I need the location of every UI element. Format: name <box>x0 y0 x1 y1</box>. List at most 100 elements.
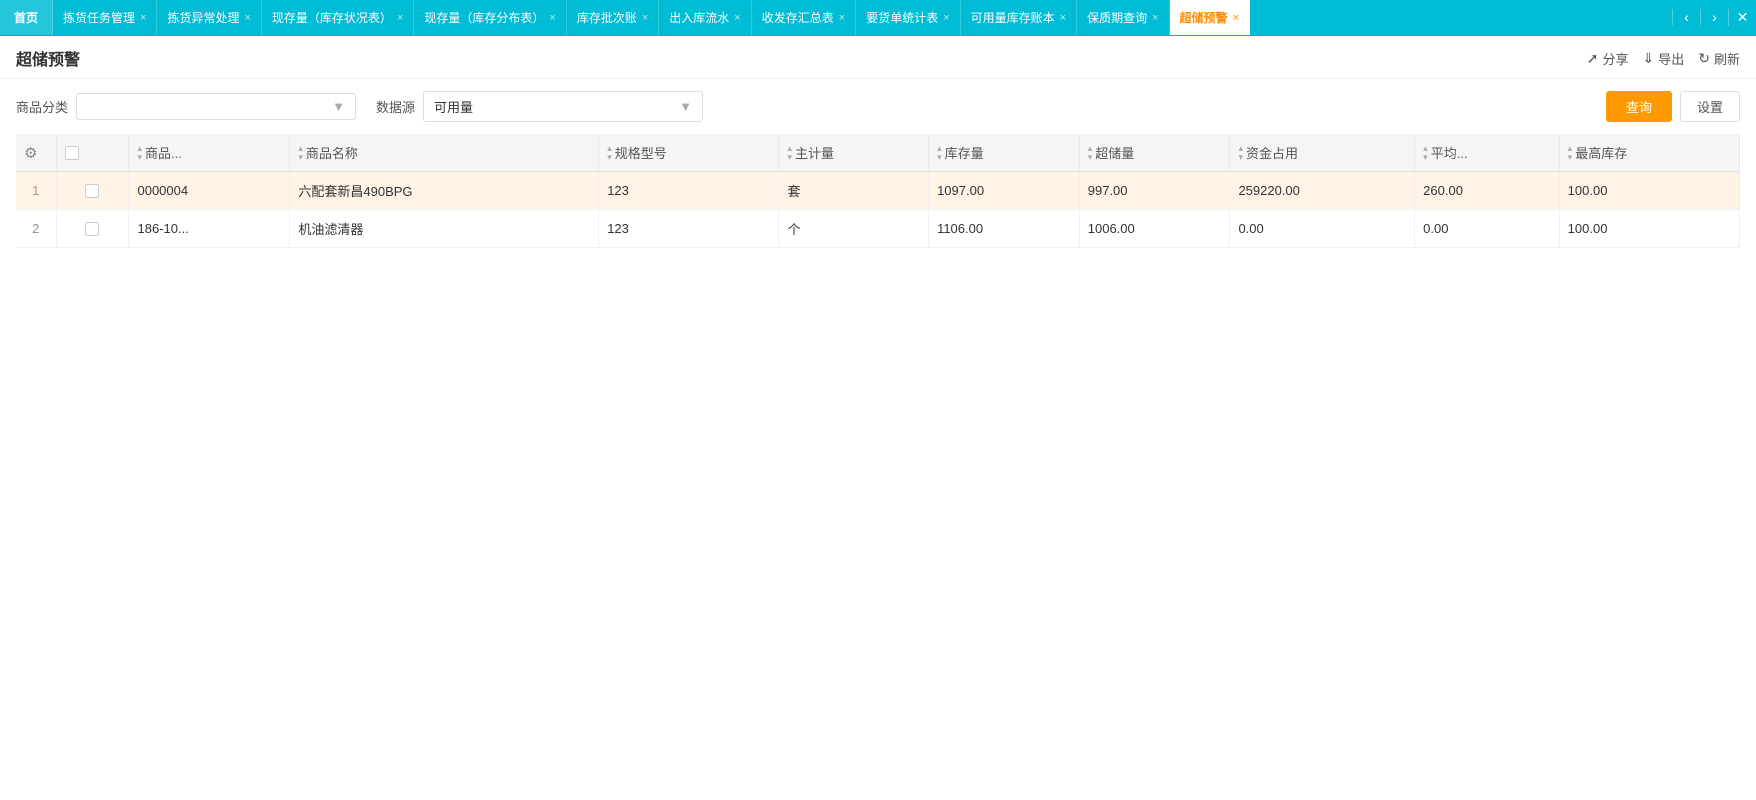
chevron-down-icon: ▼ <box>679 99 692 114</box>
th-code[interactable]: ▴▾ 商品... <box>129 134 290 172</box>
row-max: 100.00 <box>1559 210 1739 248</box>
th-max[interactable]: ▴▾ 最高库存 <box>1559 134 1739 172</box>
row-unit: 套 <box>779 172 929 210</box>
nav-item-10[interactable]: 超储预警 × <box>1170 0 1250 35</box>
nav-next-button[interactable]: › <box>1700 9 1728 25</box>
sort-icon: ▴▾ <box>1238 144 1243 162</box>
row-spec: 123 <box>599 210 779 248</box>
header-actions: ➚ 分享 ⇓ 导出 ↻ 刷新 <box>1587 49 1740 68</box>
sort-icon: ▴▾ <box>1088 144 1093 162</box>
category-label: 商品分类 <box>16 97 68 116</box>
filter-buttons: 查询 设置 <box>1606 91 1740 122</box>
row-settings-cell: 1 <box>16 172 56 210</box>
close-icon[interactable]: × <box>549 12 555 24</box>
nav-close-button[interactable]: ✕ <box>1728 9 1756 26</box>
nav-item-7[interactable]: 要货单统计表 × <box>856 0 960 35</box>
row-max: 100.00 <box>1559 172 1739 210</box>
nav-item-1[interactable]: 拣货异常处理 × <box>157 0 261 35</box>
nav-item-6[interactable]: 收发存汇总表 × <box>752 0 856 35</box>
table-row: 1 0000004 六配套新昌490BPG 123 套 1097.00 997.… <box>16 172 1740 210</box>
th-capital[interactable]: ▴▾ 资金占用 <box>1230 134 1415 172</box>
nav-arrows: ‹ › ✕ <box>1672 9 1756 26</box>
row-number: 2 <box>32 221 39 236</box>
sort-icon: ▴▾ <box>1423 144 1428 162</box>
row-code: 186-10... <box>129 210 290 248</box>
export-icon: ⇓ <box>1643 50 1655 67</box>
close-icon[interactable]: × <box>642 12 648 24</box>
sort-icon: ▴▾ <box>787 144 792 162</box>
th-over[interactable]: ▴▾ 超储量 <box>1079 134 1230 172</box>
nav-prev-button[interactable]: ‹ <box>1672 9 1700 25</box>
row-settings-cell: 2 <box>16 210 56 248</box>
table-header-row: ⚙ ▴▾ 商品... ▴▾ 商品名称 <box>16 134 1740 172</box>
close-icon[interactable]: × <box>839 12 845 24</box>
sort-icon: ▴▾ <box>937 144 942 162</box>
query-button[interactable]: 查询 <box>1606 91 1672 122</box>
chevron-down-icon: ▼ <box>332 99 345 114</box>
gear-icon[interactable]: ⚙ <box>24 145 37 162</box>
settings-button[interactable]: 设置 <box>1680 91 1740 122</box>
nav-home[interactable]: 首页 <box>0 0 53 35</box>
row-unit: 个 <box>779 210 929 248</box>
th-name[interactable]: ▴▾ 商品名称 <box>290 134 599 172</box>
datasource-select-value: 可用量 <box>434 97 473 116</box>
close-icon[interactable]: × <box>1152 12 1158 24</box>
row-checkbox-cell[interactable] <box>56 172 129 210</box>
datasource-filter: 数据源 可用量 ▼ <box>376 91 703 122</box>
page-title: 超储预警 <box>16 46 80 70</box>
filter-area: 商品分类 ▼ 数据源 可用量 ▼ 查询 设置 <box>0 79 1756 134</box>
close-icon[interactable]: × <box>943 12 949 24</box>
nav-item-2[interactable]: 现存量（库存状况表） × <box>262 0 414 35</box>
nav-item-4[interactable]: 库存批次账 × <box>567 0 659 35</box>
table-wrapper: ⚙ ▴▾ 商品... ▴▾ 商品名称 <box>0 134 1756 248</box>
row-avg: 0.00 <box>1415 210 1560 248</box>
top-nav: 首页 拣货任务管理 × 拣货异常处理 × 现存量（库存状况表） × 现存量（库存… <box>0 0 1756 36</box>
share-button[interactable]: ➚ 分享 <box>1587 49 1629 68</box>
refresh-button[interactable]: ↻ 刷新 <box>1698 49 1740 68</box>
nav-item-8[interactable]: 可用量库存账本 × <box>961 0 1077 35</box>
export-button[interactable]: ⇓ 导出 <box>1643 49 1685 68</box>
sort-icon: ▴▾ <box>298 144 303 162</box>
row-capital: 259220.00 <box>1230 172 1415 210</box>
row-name: 机油滤清器 <box>290 210 599 248</box>
th-unit[interactable]: ▴▾ 主计量 <box>779 134 929 172</box>
row-checkbox[interactable] <box>85 184 99 198</box>
row-checkbox-cell[interactable] <box>56 210 129 248</box>
table-row: 2 186-10... 机油滤清器 123 个 1106.00 1006.00 … <box>16 210 1740 248</box>
share-icon: ➚ <box>1587 50 1599 67</box>
row-code: 0000004 <box>129 172 290 210</box>
close-icon[interactable]: × <box>140 12 146 24</box>
sort-icon: ▴▾ <box>607 144 612 162</box>
datasource-select[interactable]: 可用量 ▼ <box>423 91 703 122</box>
close-icon[interactable]: × <box>397 12 403 24</box>
nav-item-5[interactable]: 出入库流水 × <box>659 0 751 35</box>
nav-item-0[interactable]: 拣货任务管理 × <box>53 0 157 35</box>
row-over: 1006.00 <box>1079 210 1230 248</box>
th-stock[interactable]: ▴▾ 库存量 <box>929 134 1080 172</box>
row-capital: 0.00 <box>1230 210 1415 248</box>
row-stock: 1097.00 <box>929 172 1080 210</box>
close-icon[interactable]: × <box>244 12 250 24</box>
row-number: 1 <box>32 183 39 198</box>
nav-item-3[interactable]: 现存量（库存分布表） × <box>414 0 566 35</box>
th-settings: ⚙ <box>16 134 56 172</box>
nav-item-9[interactable]: 保质期查询 × <box>1077 0 1169 35</box>
sort-icon: ▴▾ <box>1568 144 1573 162</box>
th-spec[interactable]: ▴▾ 规格型号 <box>599 134 779 172</box>
th-checkbox <box>56 134 129 172</box>
th-avg[interactable]: ▴▾ 平均... <box>1415 134 1560 172</box>
category-select[interactable]: ▼ <box>76 93 356 120</box>
row-checkbox[interactable] <box>85 222 99 236</box>
row-name: 六配套新昌490BPG <box>290 172 599 210</box>
category-filter: 商品分类 ▼ <box>16 93 356 120</box>
row-avg: 260.00 <box>1415 172 1560 210</box>
close-icon[interactable]: × <box>1233 12 1239 24</box>
sort-icon: ▴▾ <box>137 144 142 162</box>
datasource-label: 数据源 <box>376 97 415 116</box>
close-icon[interactable]: × <box>734 12 740 24</box>
row-spec: 123 <box>599 172 779 210</box>
row-stock: 1106.00 <box>929 210 1080 248</box>
close-icon[interactable]: × <box>1060 12 1066 24</box>
page-header: 超储预警 ➚ 分享 ⇓ 导出 ↻ 刷新 <box>0 36 1756 79</box>
select-all-checkbox[interactable] <box>65 146 79 160</box>
